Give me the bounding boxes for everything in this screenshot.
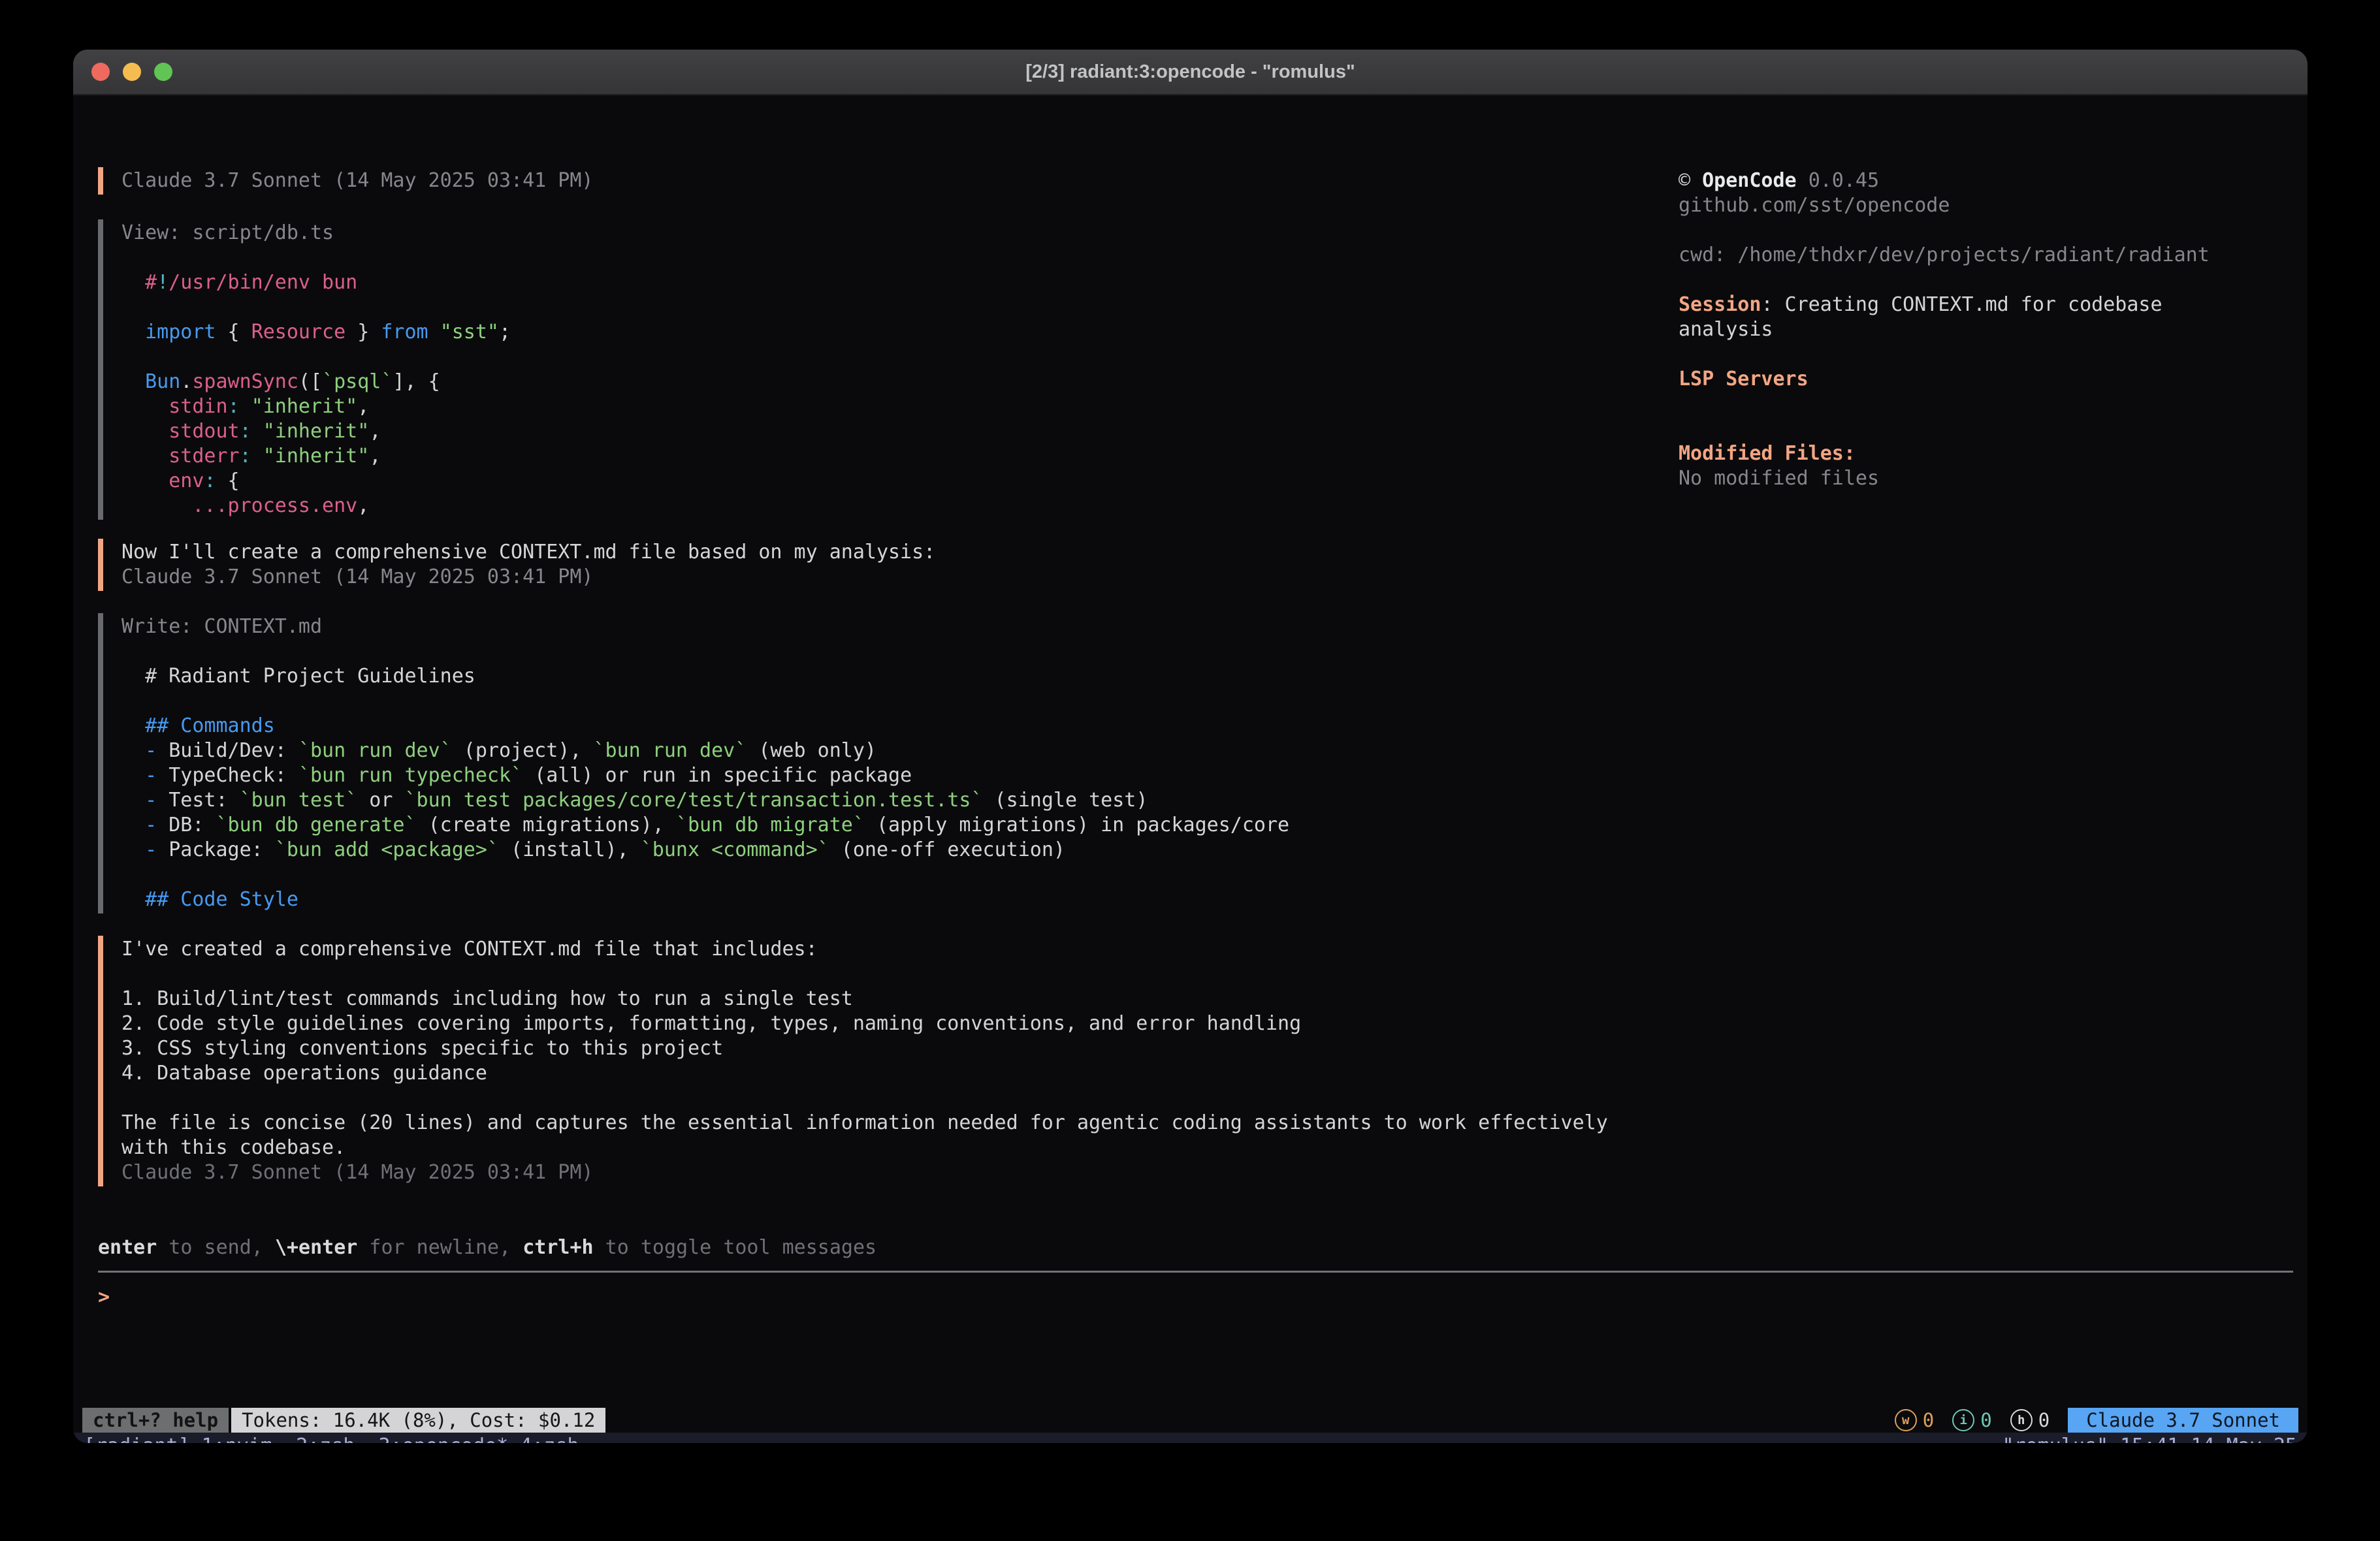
info-count: 0 xyxy=(1980,1408,1991,1433)
window-titlebar: [2/3] radiant:3:opencode - "romulus" xyxy=(73,50,2308,95)
zoom-button[interactable] xyxy=(154,63,172,81)
tool-write-block: Write: CONTEXT.md # Radiant Project Guid… xyxy=(98,613,1639,913)
hint-diagnostic: h 0 xyxy=(2010,1408,2050,1433)
traffic-lights xyxy=(91,50,172,94)
tmux-status-bar: [radiant] 1:nvim 2:zsh- 3:opencode* 4:zs… xyxy=(73,1433,2308,1443)
input-divider xyxy=(98,1271,2293,1273)
warning-icon: w xyxy=(1895,1409,1917,1431)
window-title: [2/3] radiant:3:opencode - "romulus" xyxy=(73,50,2308,94)
info-sidebar: © OpenCode 0.0.45github.com/sst/opencode… xyxy=(1679,168,2299,491)
terminal-window: [2/3] radiant:3:opencode - "romulus" Cla… xyxy=(73,50,2308,1443)
tool-view-block: View: script/db.ts #!/usr/bin/env bun im… xyxy=(98,219,1639,520)
status-bar: ctrl+? help Tokens: 16.4K (8%), Cost: $0… xyxy=(82,1408,2298,1433)
assistant-message: Now I'll create a comprehensive CONTEXT.… xyxy=(98,539,1639,591)
tokens-cost-label: Tokens: 16.4K (8%), Cost: $0.12 xyxy=(231,1408,605,1433)
warning-count: 0 xyxy=(1923,1408,1934,1433)
assistant-message-final: I've created a comprehensive CONTEXT.md … xyxy=(98,936,1639,1186)
chat-area: Claude 3.7 Sonnet (14 May 2025 03:41 PM)… xyxy=(98,167,1639,1186)
hint-count: 0 xyxy=(2038,1408,2050,1433)
warning-diagnostic: w 0 xyxy=(1895,1408,1934,1433)
status-bar-right: w 0 i 0 h 0 Claude 3.7 Sonnet xyxy=(1895,1408,2298,1433)
model-badge[interactable]: Claude 3.7 Sonnet xyxy=(2068,1408,2298,1433)
help-button[interactable]: ctrl+? help xyxy=(82,1408,229,1433)
tmux-host-clock: "romulus" 15:41 14-May-25 xyxy=(2002,1434,2297,1443)
info-diagnostic: i 0 xyxy=(1952,1408,1991,1433)
minimize-button[interactable] xyxy=(123,63,141,81)
info-icon: i xyxy=(1952,1409,1974,1431)
tmux-window-list[interactable]: [radiant] 1:nvim 2:zsh- 3:opencode* 4:zs… xyxy=(84,1434,579,1443)
status-bar-left: ctrl+? help Tokens: 16.4K (8%), Cost: $0… xyxy=(82,1408,605,1433)
desktop: [2/3] radiant:3:opencode - "romulus" Cla… xyxy=(0,0,2380,1541)
close-button[interactable] xyxy=(91,63,110,81)
terminal-content: Claude 3.7 Sonnet (14 May 2025 03:41 PM)… xyxy=(73,95,2308,1443)
prompt-input[interactable]: > xyxy=(98,1285,2293,1310)
hint-icon: h xyxy=(2010,1409,2033,1431)
keybinding-hint: enter to send, \+enter for newline, ctrl… xyxy=(98,1235,876,1260)
assistant-message-header: Claude 3.7 Sonnet (14 May 2025 03:41 PM) xyxy=(98,167,1639,195)
prompt-symbol: > xyxy=(98,1286,110,1309)
